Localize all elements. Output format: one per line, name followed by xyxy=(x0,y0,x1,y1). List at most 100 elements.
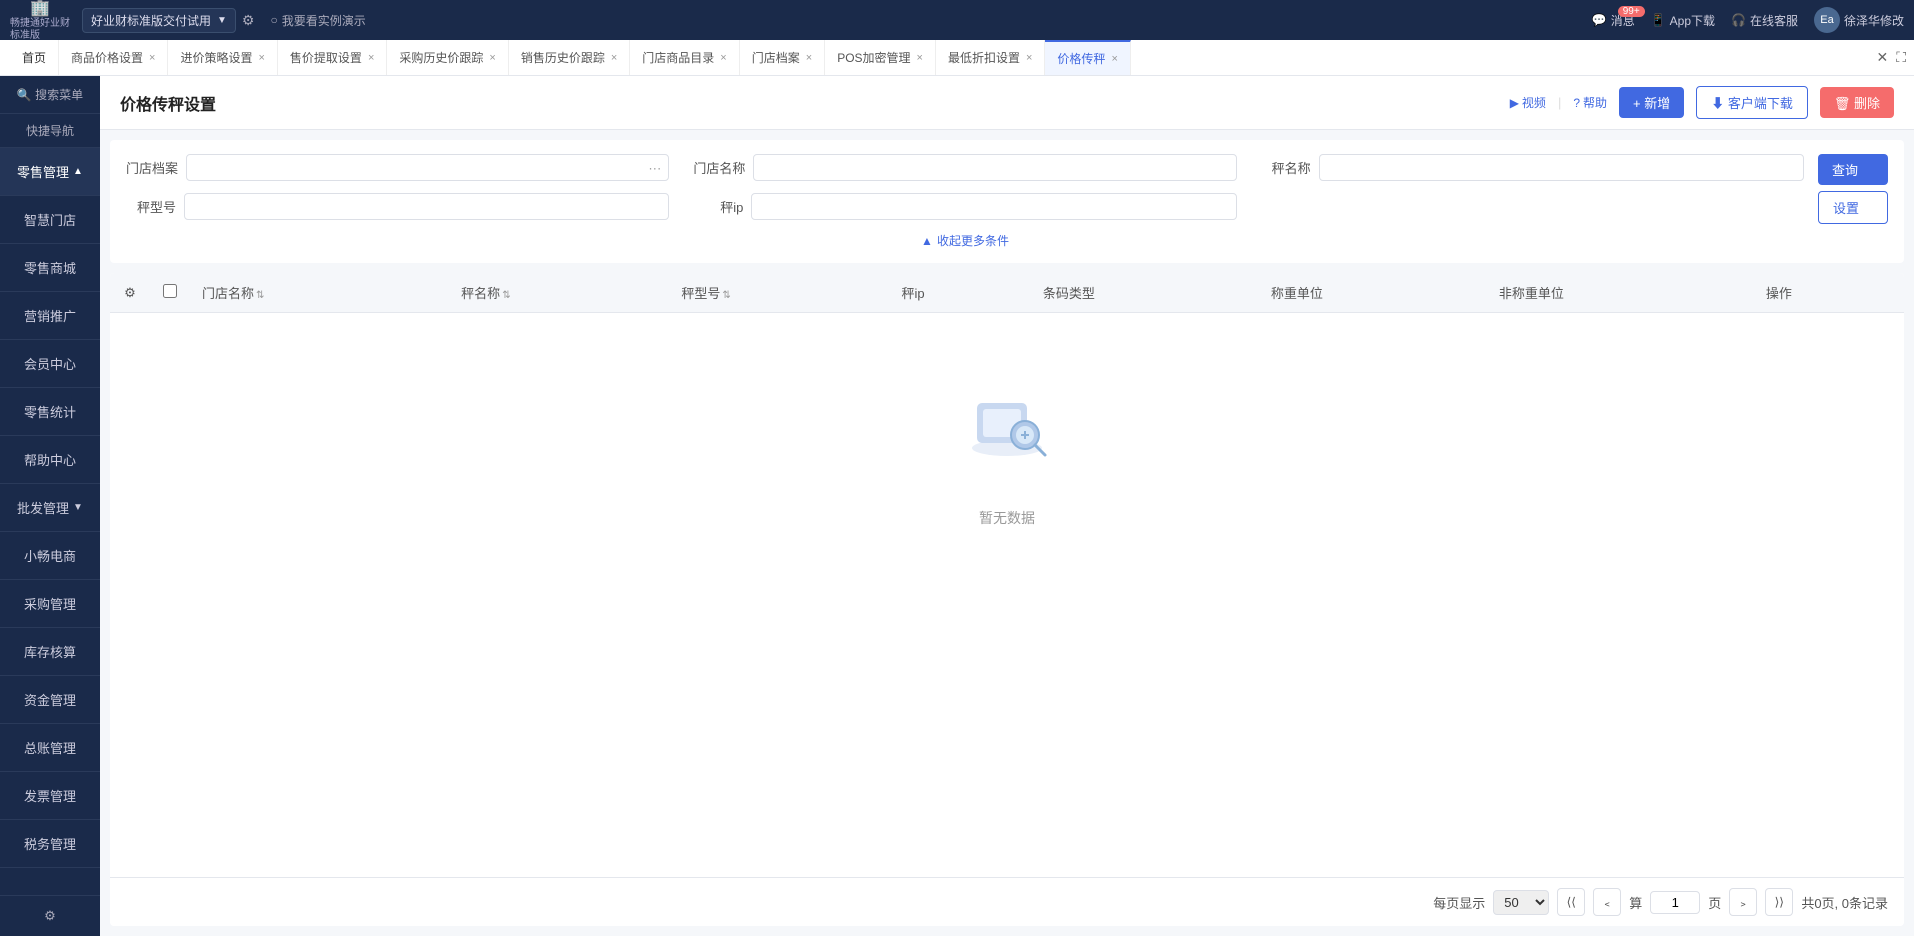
online-service-label: 在线客服 xyxy=(1750,12,1798,29)
tab-sale-history[interactable]: 销售历史价跟踪 × xyxy=(509,40,630,76)
last-page-button[interactable]: ⟩⟩ xyxy=(1765,888,1793,916)
sidebar-settings-button[interactable]: ⚙ xyxy=(0,895,100,936)
filter-store-name: 门店名称 xyxy=(693,154,1236,181)
close-icon[interactable]: × xyxy=(720,52,726,64)
messages-badge: 99+ xyxy=(1618,6,1645,17)
sidebar-label: 营销推广 xyxy=(24,306,76,325)
avatar: Ea xyxy=(1814,7,1840,33)
tab-store-archive[interactable]: 门店档案 × xyxy=(740,40,825,76)
app-download-button[interactable]: 📱 App下载 xyxy=(1651,12,1715,29)
fullscreen-icon[interactable]: ⛶ xyxy=(1896,49,1906,66)
sidebar-label: 小畅电商 xyxy=(24,546,76,565)
set-button[interactable]: 设置 xyxy=(1818,191,1888,224)
sidebar-quick-nav[interactable]: 快捷导航 xyxy=(0,114,100,148)
sidebar-item-retail-stats[interactable]: 零售统计 xyxy=(0,388,100,436)
sidebar-label: 零售管理 xyxy=(17,162,69,181)
settings-icon[interactable]: ⚙ xyxy=(242,12,255,29)
per-page-select[interactable]: 50 20 100 xyxy=(1493,890,1549,915)
close-icon[interactable]: × xyxy=(489,52,495,64)
prev-page-button[interactable]: ﹤ xyxy=(1593,888,1621,916)
th-checkbox[interactable] xyxy=(150,273,190,313)
close-icon[interactable]: × xyxy=(806,52,812,64)
close-icon[interactable]: × xyxy=(611,52,617,64)
logo-text: 畅捷通好业财 标准版 xyxy=(10,18,70,42)
close-icon[interactable]: × xyxy=(368,52,374,64)
tab-pos-management[interactable]: POS加密管理 × xyxy=(825,40,936,76)
tab-label: POS加密管理 xyxy=(837,49,910,66)
close-icon[interactable]: × xyxy=(1111,53,1117,65)
sidebar-item-invoice[interactable]: 发票管理 xyxy=(0,772,100,820)
tab-sale-price[interactable]: 售价提取设置 × xyxy=(278,40,387,76)
sort-icon[interactable]: ⇅ xyxy=(256,290,264,301)
sort-icon[interactable]: ⇅ xyxy=(502,290,510,301)
close-icon[interactable]: × xyxy=(917,52,923,64)
delete-button[interactable]: 🗑 删除 xyxy=(1820,87,1894,118)
page-number-input[interactable] xyxy=(1650,891,1700,914)
th-weight-unit: 称重单位 xyxy=(1259,273,1487,313)
tab-price-transmit[interactable]: 价格传秤 × xyxy=(1045,40,1130,76)
sidebar-label: 批发管理 xyxy=(17,498,69,517)
filter-store-archive-label: 门店档案 xyxy=(126,158,178,177)
th-gear[interactable]: ⚙ xyxy=(110,273,150,313)
sidebar-search[interactable]: 🔍 搜索菜单 xyxy=(0,76,100,114)
page-header: 价格传秤设置 ▶ 视频 | ? 帮助 + 新增 ⬇ 客户端下载 🗑 xyxy=(100,76,1914,130)
messages-button[interactable]: 💬 消息 99+ xyxy=(1592,12,1635,29)
tab-price-setting[interactable]: 商品价格设置 × xyxy=(59,40,168,76)
app-icon: 📱 xyxy=(1651,13,1666,27)
sidebar-item-member[interactable]: 会员中心 xyxy=(0,340,100,388)
sidebar-item-marketing[interactable]: 营销推广 xyxy=(0,292,100,340)
tab-store-catalog[interactable]: 门店商品目录 × xyxy=(630,40,739,76)
close-icon[interactable]: × xyxy=(1026,52,1032,64)
sidebar-item-smart-store[interactable]: 智慧门店 xyxy=(0,196,100,244)
online-service-button[interactable]: 🎧 在线客服 xyxy=(1731,12,1798,29)
gear-icon: ⚙ xyxy=(44,908,56,923)
close-all-icon[interactable]: ✕ xyxy=(1876,49,1888,66)
filter-store-archive-input[interactable] xyxy=(186,154,669,181)
help-icon: ? xyxy=(1573,96,1580,110)
tab-purchase-strategy[interactable]: 进价策略设置 × xyxy=(168,40,277,76)
filter-scale-ip-input[interactable] xyxy=(751,193,1236,220)
filter-scale-model-input[interactable] xyxy=(184,193,669,220)
query-button[interactable]: 查询 xyxy=(1818,154,1888,185)
page-suffix: 页 xyxy=(1708,893,1721,912)
sidebar-item-tax[interactable]: 税务管理 xyxy=(0,820,100,868)
th-non-weight-unit: 非称重单位 xyxy=(1487,273,1754,313)
close-icon[interactable]: × xyxy=(149,52,155,64)
sidebar-item-ecommerce[interactable]: 小畅电商 xyxy=(0,532,100,580)
sort-icon[interactable]: ⇅ xyxy=(722,290,730,301)
select-all-checkbox[interactable] xyxy=(163,284,177,298)
tab-purchase-history[interactable]: 采购历史价跟踪 × xyxy=(387,40,508,76)
help-link[interactable]: ? 帮助 xyxy=(1573,94,1607,111)
filter-store-name-input[interactable] xyxy=(753,154,1236,181)
tab-min-discount[interactable]: 最低折扣设置 × xyxy=(936,40,1045,76)
collapse-filter-button[interactable]: ▲ 收起更多条件 xyxy=(126,232,1804,249)
version-selector[interactable]: 好业财标准版交付试用 ▼ xyxy=(82,8,236,33)
filter-scale-name-input[interactable] xyxy=(1319,154,1804,181)
main-layout: 🔍 搜索菜单 快捷导航 零售管理 ▲ 智慧门店 零售商城 营销推广 会员中心 零… xyxy=(0,76,1914,936)
first-page-button[interactable]: ⟨⟨ xyxy=(1557,888,1585,916)
sidebar-item-wholesale[interactable]: 批发管理 ▼ xyxy=(0,484,100,532)
user-menu[interactable]: Ea 徐泽华修改 xyxy=(1814,7,1904,33)
sidebar-item-retail[interactable]: 零售管理 ▲ xyxy=(0,148,100,196)
more-icon[interactable]: ··· xyxy=(648,160,661,175)
sidebar-label: 智慧门店 xyxy=(24,210,76,229)
th-barcode-type: 条码类型 xyxy=(1031,273,1259,313)
user-name: 徐泽华修改 xyxy=(1844,12,1904,29)
download-button[interactable]: ⬇ 客户端下载 xyxy=(1696,86,1808,119)
video-link[interactable]: ▶ 视频 xyxy=(1510,94,1546,111)
demo-link[interactable]: ○ 我要看实例演示 xyxy=(270,12,365,29)
filter-store-name-label: 门店名称 xyxy=(693,158,745,177)
filter-scale-name-label: 秤名称 xyxy=(1261,158,1311,177)
sidebar-item-inventory[interactable]: 库存核算 xyxy=(0,628,100,676)
close-icon[interactable]: × xyxy=(258,52,264,64)
sidebar-item-ledger[interactable]: 总账管理 xyxy=(0,724,100,772)
empty-state: 暂无数据 xyxy=(110,313,1904,588)
sidebar-item-finance[interactable]: 资金管理 xyxy=(0,676,100,724)
add-button[interactable]: + 新增 xyxy=(1619,87,1684,118)
tab-home[interactable]: 首页 xyxy=(10,40,59,76)
sidebar-item-purchase[interactable]: 采购管理 xyxy=(0,580,100,628)
sidebar-item-help[interactable]: 帮助中心 xyxy=(0,436,100,484)
sidebar-item-online-store[interactable]: 零售商城 xyxy=(0,244,100,292)
data-table: ⚙ 门店名称⇅ 秤名称⇅ 秤型号⇅ 秤ip 条码类型 称重单位 非称重单位 操作 xyxy=(110,273,1904,588)
next-page-button[interactable]: ﹥ xyxy=(1729,888,1757,916)
